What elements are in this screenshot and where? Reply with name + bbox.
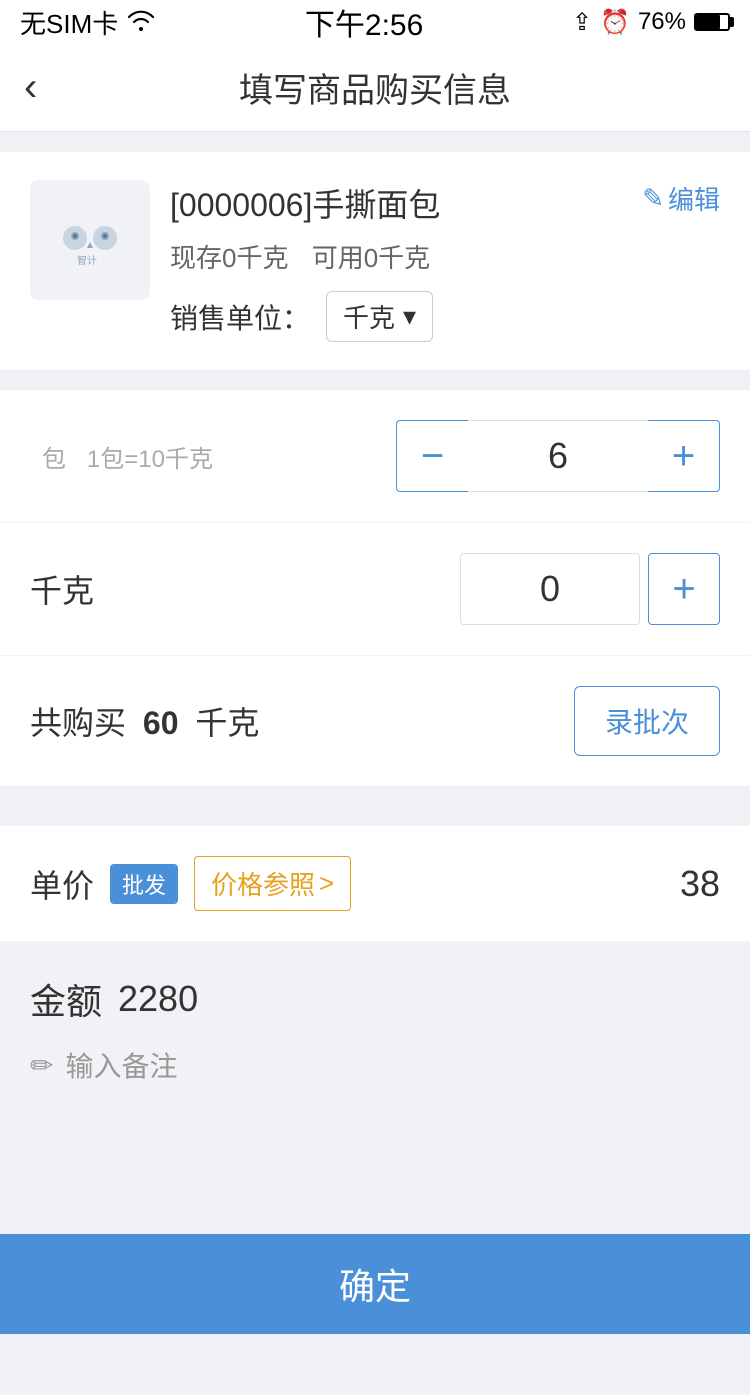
svg-text:智计: 智计 bbox=[77, 254, 97, 267]
price-ref-label: 价格参照 bbox=[211, 865, 315, 902]
amount-value: 2280 bbox=[118, 978, 198, 1020]
bao-label-text: 包 bbox=[42, 446, 66, 473]
price-value: 38 bbox=[680, 863, 720, 905]
amount-row: 金额 2280 bbox=[30, 973, 720, 1025]
kg-label: 千克 bbox=[30, 566, 94, 612]
back-button[interactable]: ‹ bbox=[24, 65, 37, 110]
product-card: 智计 [0000006]手撕面包 ✎ 编辑 现存0千克 可用0千克 销售单位： … bbox=[0, 152, 750, 370]
quantity-row-bao: 包 1包=10千克 − + bbox=[0, 390, 750, 523]
summary-label: 共购买 bbox=[30, 705, 126, 741]
bao-minus-button[interactable]: − bbox=[396, 420, 468, 492]
battery-icon bbox=[694, 13, 730, 31]
batch-button[interactable]: 录批次 bbox=[574, 686, 720, 756]
product-info: [0000006]手撕面包 ✎ 编辑 现存0千克 可用0千克 销售单位： 千克 … bbox=[170, 180, 720, 342]
quantity-row-kg: 千克 + bbox=[0, 523, 750, 655]
stock-text: 现存0千克 bbox=[170, 243, 288, 273]
bao-quantity-control: − + bbox=[396, 420, 720, 492]
remark-icon: ✏ bbox=[30, 1049, 53, 1082]
price-ref-button[interactable]: 价格参照 > bbox=[194, 856, 351, 911]
nav-bar: ‹ 填写商品购买信息 bbox=[0, 44, 750, 132]
amount-label: 金额 bbox=[30, 973, 102, 1025]
kg-plus-button[interactable]: + bbox=[648, 553, 720, 625]
edit-label: 编辑 bbox=[668, 180, 720, 217]
kg-quantity-control: + bbox=[460, 553, 720, 625]
kg-quantity-input[interactable] bbox=[460, 553, 640, 625]
status-carrier: 无SIM卡 bbox=[20, 4, 156, 41]
battery-text: 76% bbox=[638, 8, 686, 36]
status-indicators: ⇪ ⏰ 76% bbox=[572, 8, 730, 37]
edit-icon: ✎ bbox=[642, 183, 664, 214]
confirm-button[interactable]: 确定 bbox=[339, 1258, 411, 1310]
bao-quantity-input[interactable] bbox=[468, 420, 648, 492]
status-bar: 无SIM卡 下午2:56 ⇪ ⏰ 76% bbox=[0, 0, 750, 44]
bao-hint: 1包=10千克 bbox=[87, 446, 213, 473]
product-name: [0000006]手撕面包 bbox=[170, 180, 440, 226]
price-ref-arrow: > bbox=[319, 868, 334, 899]
alarm-icon: ⏰ bbox=[600, 8, 630, 37]
product-image: 智计 bbox=[30, 180, 150, 300]
confirm-bar[interactable]: 确定 bbox=[0, 1234, 750, 1334]
product-stock: 现存0千克 可用0千克 bbox=[170, 238, 720, 275]
amount-section: 金额 2280 ✏ 输入备注 bbox=[0, 943, 750, 1115]
page-title: 填写商品购买信息 bbox=[239, 63, 511, 112]
unit-dropdown[interactable]: 千克 ▾ bbox=[326, 291, 433, 342]
bao-label: 包 1包=10千克 bbox=[30, 438, 213, 475]
section-divider-2 bbox=[0, 786, 750, 806]
remark-row[interactable]: ✏ 输入备注 bbox=[30, 1045, 720, 1085]
wifi-icon bbox=[126, 7, 156, 38]
product-unit: 销售单位： 千克 ▾ bbox=[170, 291, 720, 342]
section-divider-1 bbox=[0, 370, 750, 390]
summary-row: 共购买 60 千克 录批次 bbox=[0, 656, 750, 786]
price-label: 单价 bbox=[30, 861, 94, 907]
location-icon: ⇪ bbox=[572, 8, 592, 37]
summary-text: 共购买 60 千克 bbox=[30, 698, 259, 744]
remark-placeholder: 输入备注 bbox=[65, 1045, 177, 1085]
carrier-text: 无SIM卡 bbox=[20, 4, 118, 41]
bao-plus-button[interactable]: + bbox=[648, 420, 720, 492]
price-type-tag: 批发 bbox=[110, 864, 178, 904]
summary-unit: 千克 bbox=[195, 705, 259, 741]
dropdown-arrow: ▾ bbox=[403, 301, 416, 332]
unit-label: 销售单位： bbox=[170, 297, 310, 337]
summary-amount: 60 bbox=[143, 705, 179, 741]
unit-value: 千克 bbox=[343, 298, 395, 335]
price-section: 单价 批发 价格参照 > 38 bbox=[0, 826, 750, 941]
edit-button[interactable]: ✎ 编辑 bbox=[642, 180, 720, 217]
available-text: 可用0千克 bbox=[312, 243, 430, 273]
price-label-group: 单价 批发 价格参照 > bbox=[30, 856, 351, 911]
status-time: 下午2:56 bbox=[305, 0, 423, 44]
